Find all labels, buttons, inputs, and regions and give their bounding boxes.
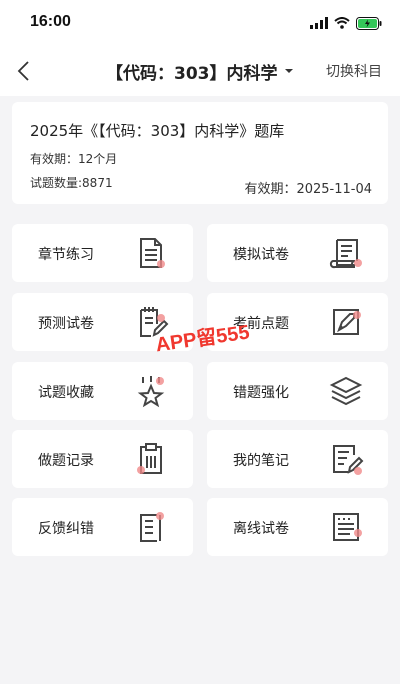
- caret-down-icon: [284, 69, 293, 73]
- tile-favorites[interactable]: 试题收藏: [12, 362, 193, 420]
- layers-icon: [329, 376, 363, 406]
- clipboard-icon: [137, 443, 162, 474]
- tile-label: 反馈纠错: [38, 521, 94, 537]
- tile-label: 模拟试卷: [233, 247, 289, 263]
- tile-label: 预测试卷: [38, 316, 94, 332]
- subject-selector[interactable]: 【代码：303】内科学: [106, 59, 294, 84]
- tile-label: 离线试卷: [233, 521, 289, 537]
- switch-subject-button[interactable]: 切换科目: [326, 61, 382, 81]
- status-bar: 16:00: [0, 0, 400, 46]
- feedback-icon: [140, 512, 164, 542]
- status-time: 16:00: [30, 13, 71, 30]
- tile-feedback[interactable]: 反馈纠错: [12, 498, 193, 556]
- tile-mock-exam[interactable]: 模拟试卷: [207, 224, 388, 282]
- tile-label: 错题强化: [233, 385, 289, 401]
- wifi-icon: [334, 17, 350, 29]
- nav-bar: 【代码：303】内科学 切换科目: [0, 46, 400, 96]
- rocket-icon: [333, 309, 361, 335]
- validity-period: 有效期：12个月: [30, 152, 118, 166]
- battery-icon: [356, 16, 382, 30]
- tile-chapter-practice[interactable]: 章节练习: [12, 224, 193, 282]
- scroll-icon: [329, 239, 362, 269]
- question-bank-card: 2025年《【代码：303】内科学》题库 有效期：12个月 试题数量:8871 …: [12, 102, 388, 204]
- tile-label: 做题记录: [38, 453, 94, 469]
- tile-wrong-questions[interactable]: 错题强化: [207, 362, 388, 420]
- chevron-left-icon: [17, 61, 29, 81]
- star-icon: [137, 376, 165, 408]
- bank-title: 2025年《【代码：303】内科学》题库: [30, 122, 285, 140]
- offline-icon: [333, 513, 362, 541]
- document-icon: [140, 238, 165, 268]
- back-button[interactable]: [8, 56, 38, 86]
- page-title: 【代码：303】内科学: [106, 63, 278, 84]
- note-icon: [333, 445, 364, 475]
- tile-label: 我的笔记: [233, 453, 289, 469]
- tile-history[interactable]: 做题记录: [12, 430, 193, 488]
- tile-offline-exam[interactable]: 离线试卷: [207, 498, 388, 556]
- status-icons: [310, 14, 382, 32]
- signal-icon: [310, 17, 328, 29]
- expire-date: 有效期：2025-11-04: [244, 182, 372, 197]
- tile-my-notes[interactable]: 我的笔记: [207, 430, 388, 488]
- tile-label: 试题收藏: [38, 385, 94, 401]
- tile-label: 章节练习: [38, 247, 94, 263]
- question-count: 试题数量:8871: [30, 176, 113, 190]
